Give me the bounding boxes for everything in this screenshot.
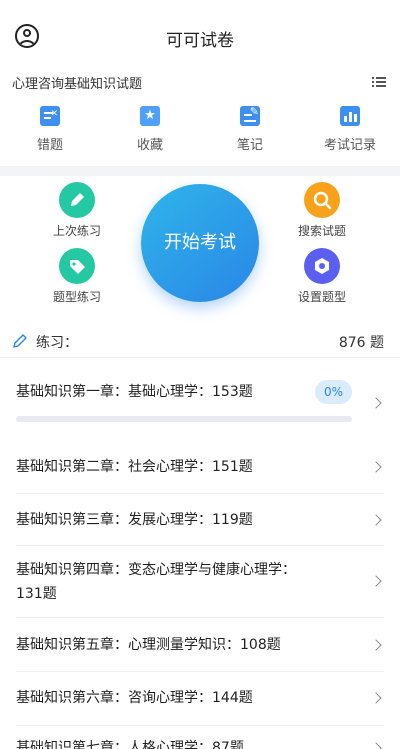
- shortcut-notes[interactable]: ✎ 笔记: [210, 106, 290, 154]
- wrong-answers-icon: ✕: [40, 106, 60, 126]
- chevron-right-icon: [370, 461, 382, 473]
- hexagon-settings-icon: [304, 248, 340, 284]
- progress-bar: [16, 416, 352, 422]
- chevron-right-icon: [370, 575, 382, 587]
- app-header: 可可试卷: [0, 0, 400, 70]
- action-area: 上次练习 题型练习 开始考试 搜索试题 设置题型: [0, 176, 400, 316]
- search-icon: [304, 182, 340, 218]
- chapter-item[interactable]: 基础知识第五章：心理测量学知识：108题: [0, 618, 400, 672]
- chapter-item[interactable]: 基础知识第四章：变态心理学与健康心理学： 131题: [0, 546, 400, 618]
- shortcut-label: 笔记: [236, 138, 263, 153]
- shortcut-favorites[interactable]: ★ 收藏: [110, 106, 190, 153]
- section-divider: [0, 166, 400, 176]
- chapter-item[interactable]: 基础知识第一章：基础心理学：153题 0%: [0, 364, 400, 436]
- chapter-title: 基础知识第六章：咨询心理学：144题: [16, 690, 253, 706]
- chapter-title: 基础知识第五章：心理测量学知识：108题: [16, 637, 281, 653]
- shortcut-wrong-answers[interactable]: ✕ 错题: [10, 106, 90, 153]
- shortcut-bar: ✕ 错题 ★ 收藏 ✎ 笔记 考试记录: [0, 106, 400, 162]
- list-icon[interactable]: [372, 76, 386, 88]
- type-practice-label: 题型练习: [52, 290, 101, 304]
- shortcut-exam-record[interactable]: 考试记录: [310, 106, 390, 153]
- pencil-icon: [59, 182, 95, 218]
- search-questions-label: 搜索试题: [297, 224, 346, 238]
- subject-title: 心理咨询基础知识试题: [12, 77, 143, 92]
- practice-question-count: 876 题: [338, 335, 384, 351]
- chapter-title: 基础知识第一章：基础心理学：153题: [16, 384, 253, 400]
- practice-header: 练习： 876 题: [0, 328, 400, 358]
- chapter-item[interactable]: 基础知识第七章：人格心理学：87题: [0, 726, 400, 749]
- favorites-star-icon: ★: [140, 106, 160, 126]
- type-practice-button[interactable]: 题型练习: [22, 248, 132, 305]
- exam-record-chart-icon: [340, 106, 360, 126]
- search-questions-button[interactable]: 搜索试题: [267, 182, 377, 239]
- last-practice-button[interactable]: 上次练习: [22, 182, 132, 239]
- app-title: 可可试卷: [166, 31, 234, 51]
- notes-icon: ✎: [240, 106, 260, 126]
- chapter-title: 基础知识第二章：社会心理学：151题: [16, 459, 253, 475]
- set-question-types-label: 设置题型: [297, 290, 346, 304]
- chapter-item[interactable]: 基础知识第六章：咨询心理学：144题: [0, 672, 400, 726]
- chapter-title: 基础知识第三章：发展心理学：119题: [16, 512, 253, 528]
- chapter-title: 基础知识第四章：变态心理学与健康心理学：: [16, 562, 296, 578]
- chevron-right-icon: [370, 692, 382, 704]
- last-practice-label: 上次练习: [52, 224, 101, 238]
- practice-label: 练习：: [36, 335, 78, 351]
- start-exam-button[interactable]: 开始考试: [141, 184, 259, 302]
- chapter-item[interactable]: 基础知识第二章：社会心理学：151题: [0, 444, 400, 494]
- shortcut-label: 收藏: [136, 138, 163, 153]
- chevron-right-icon: [370, 514, 382, 526]
- chapter-title-continued: 131题: [16, 586, 57, 602]
- chevron-right-icon: [370, 639, 382, 651]
- pencil-outline-icon: [13, 334, 27, 348]
- tag-icon: [59, 248, 95, 284]
- shortcut-label: 错题: [36, 138, 63, 153]
- subject-row: 心理咨询基础知识试题: [0, 70, 400, 96]
- set-question-types-button[interactable]: 设置题型: [267, 248, 377, 305]
- chevron-right-icon: [370, 397, 382, 409]
- chapter-item[interactable]: 基础知识第三章：发展心理学：119题: [0, 494, 400, 546]
- shortcut-label: 考试记录: [323, 138, 376, 153]
- chevron-right-icon: [370, 742, 382, 749]
- progress-percent-badge: 0%: [315, 380, 352, 404]
- chapter-title: 基础知识第七章：人格心理学：87题: [16, 740, 244, 749]
